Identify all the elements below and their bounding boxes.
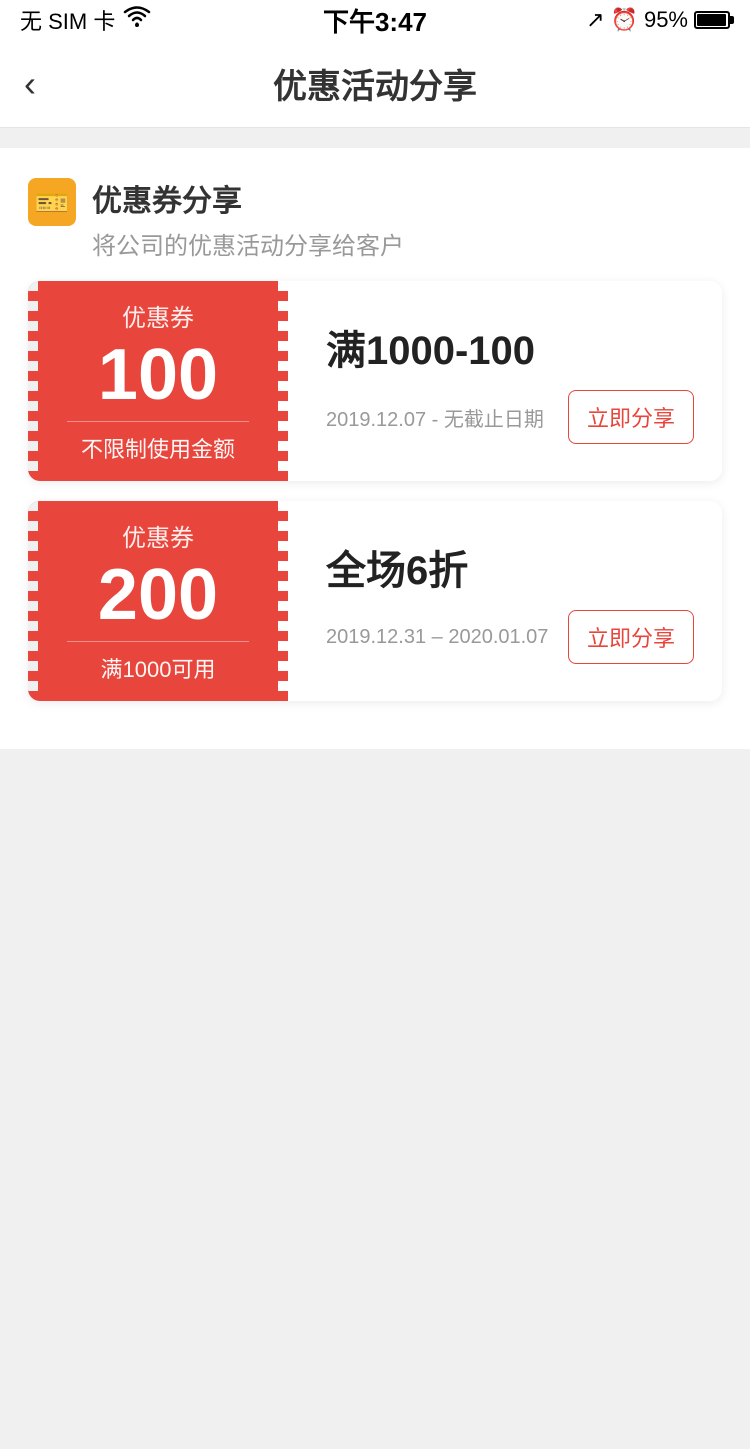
nav-bar: ‹ 优惠活动分享	[0, 40, 750, 128]
coupon-left-1: 优惠券 200 满1000可用	[28, 501, 288, 701]
main-empty-area	[0, 749, 750, 1449]
coupon-condition-0: 不限制使用金额	[81, 432, 235, 464]
alarm-icon: ⏰	[611, 7, 638, 33]
section-title: 优惠券分享	[92, 176, 404, 220]
section-subtitle: 将公司的优惠活动分享给客户	[92, 226, 404, 261]
status-time: 下午3:47	[323, 2, 427, 39]
coupon-name-0: 满1000-100	[326, 318, 694, 376]
coupon-type-1: 优惠券	[122, 518, 194, 553]
share-button-0[interactable]: 立即分享	[568, 390, 694, 444]
coupon-date-1: 2019.12.31 – 2020.01.07	[326, 626, 558, 649]
page-title: 优惠活动分享	[273, 59, 477, 108]
location-icon: ↗	[586, 7, 604, 33]
coupon-amount-0: 100	[98, 339, 218, 411]
coupon-card: 优惠券 100 不限制使用金额 满1000-100 2019.12.07 - 无…	[28, 281, 722, 481]
coupon-right-0: 满1000-100 2019.12.07 - 无截止日期 立即分享	[298, 281, 722, 481]
coupon-date-0: 2019.12.07 - 无截止日期	[326, 403, 558, 432]
coupon-left-0: 优惠券 100 不限制使用金额	[28, 281, 288, 481]
coupon-bottom-1: 2019.12.31 – 2020.01.07 立即分享	[326, 610, 694, 664]
coupon-list: 优惠券 100 不限制使用金额 满1000-100 2019.12.07 - 无…	[0, 281, 750, 749]
status-left: 无 SIM 卡	[20, 4, 151, 36]
section-text: 优惠券分享 将公司的优惠活动分享给客户	[92, 176, 404, 261]
coupon-card-1: 优惠券 200 满1000可用 全场6折 2019.12.31 – 2020.0…	[28, 501, 722, 701]
battery-percent: 95%	[644, 7, 688, 33]
section-header: 🎫 优惠券分享 将公司的优惠活动分享给客户	[0, 148, 750, 281]
status-bar: 无 SIM 卡 下午3:47 ↗ ⏰ 95%	[0, 0, 750, 40]
battery-icon	[694, 11, 730, 29]
coupon-condition-1: 满1000可用	[101, 652, 216, 684]
coupon-right-1: 全场6折 2019.12.31 – 2020.01.07 立即分享	[298, 501, 722, 701]
carrier-label: 无 SIM 卡	[20, 4, 115, 36]
coupon-divider-0	[67, 421, 249, 422]
back-button[interactable]: ‹	[24, 63, 36, 105]
wifi-icon	[123, 6, 151, 34]
share-button-1[interactable]: 立即分享	[568, 610, 694, 664]
status-right: ↗ ⏰ 95%	[586, 7, 730, 33]
coupon-divider-1	[67, 641, 249, 642]
coupon-amount-1: 200	[98, 559, 218, 631]
section-icon-wrapper: 🎫	[28, 178, 76, 226]
coupon-bottom-0: 2019.12.07 - 无截止日期 立即分享	[326, 390, 694, 444]
section-divider	[0, 128, 750, 148]
coupon-name-1: 全场6折	[326, 538, 694, 596]
coupon-icon: 🎫	[28, 178, 76, 226]
coupon-type-0: 优惠券	[122, 298, 194, 333]
